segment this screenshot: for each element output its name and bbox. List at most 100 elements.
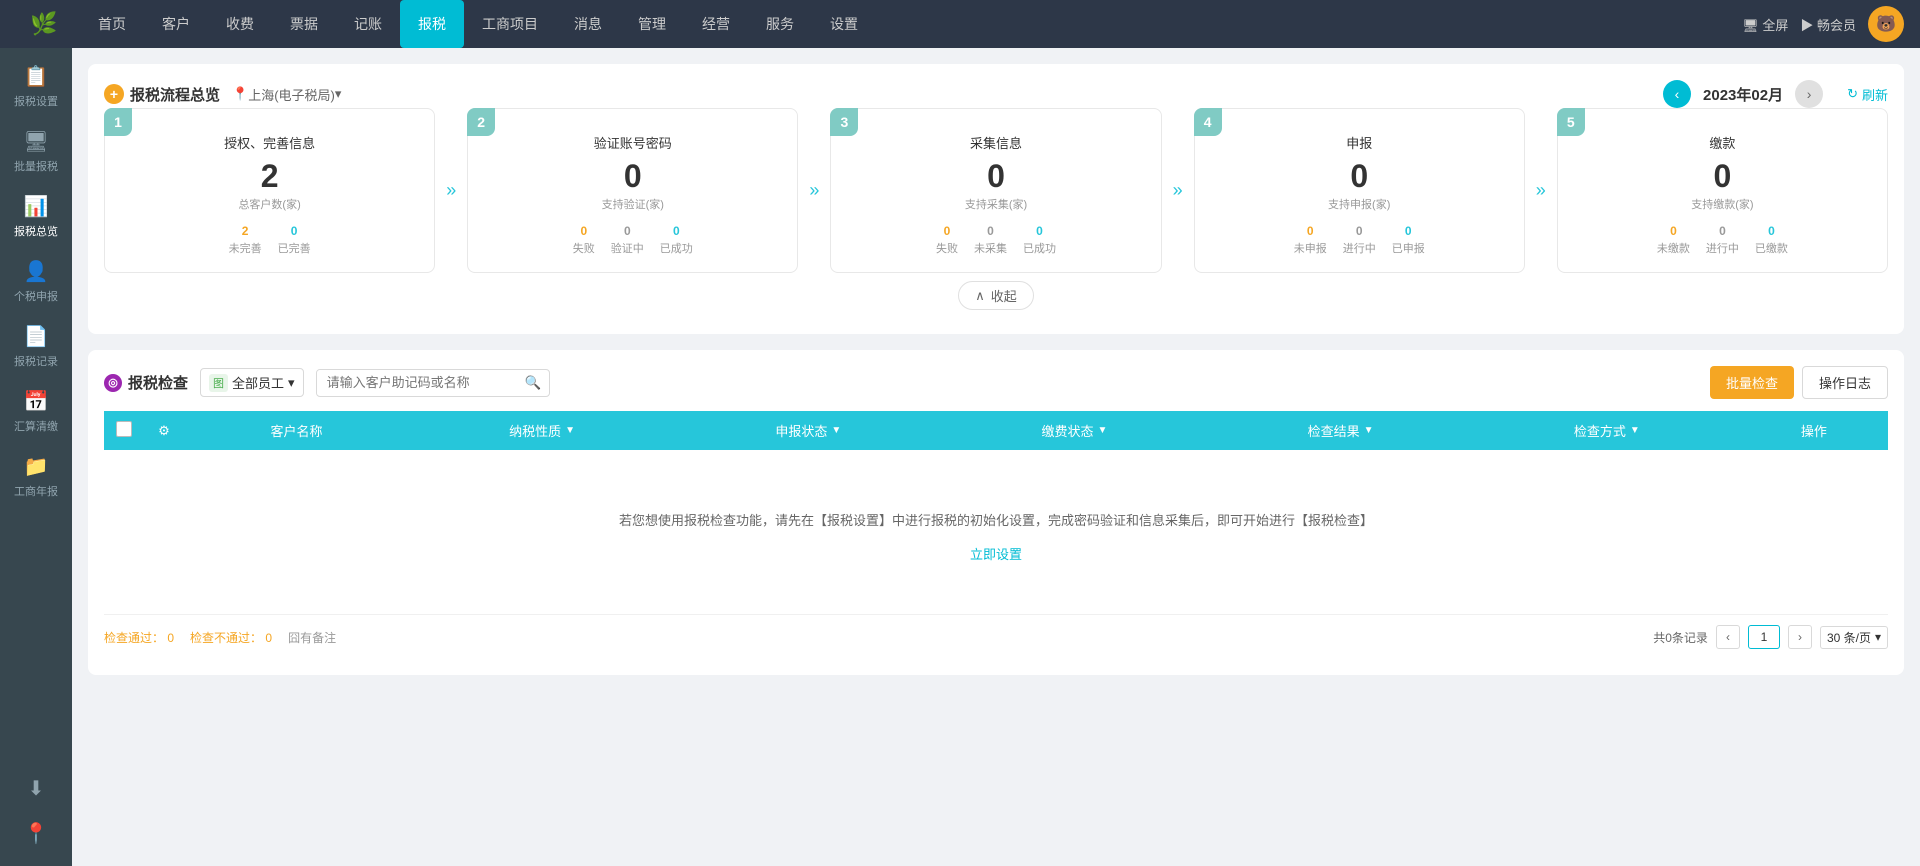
sidebar-item-tax-record[interactable]: 📄 报税记录 — [0, 316, 72, 377]
nav-bookkeeping[interactable]: 记账 — [336, 0, 400, 48]
header-checkbox[interactable] — [116, 421, 132, 437]
stat-label-2-0: 失败 — [573, 240, 595, 256]
th-settings[interactable]: ⚙ — [144, 411, 184, 450]
operation-log-button[interactable]: 操作日志 — [1802, 366, 1888, 399]
stat-4-2[interactable]: 0 已申报 — [1392, 224, 1425, 256]
setup-link[interactable]: 立即设置 — [970, 547, 1022, 562]
stat-5-1[interactable]: 0 进行中 — [1706, 224, 1739, 256]
stat-label-5-2: 已缴款 — [1755, 240, 1788, 256]
stat-5-0[interactable]: 0 未缴款 — [1657, 224, 1690, 256]
sidebar-label-personal-tax: 个税申报 — [14, 288, 58, 304]
stat-4-0[interactable]: 0 未申报 — [1294, 224, 1327, 256]
tax-overview-icon: 📊 — [24, 194, 49, 219]
step-label-4: 支持申报(家) — [1328, 196, 1390, 212]
th-pay-filter[interactable]: 缴费状态 ▼ — [953, 421, 1195, 440]
step-card-3: 3 采集信息 0 支持采集(家) 0 失败 0 未采集 — [830, 108, 1161, 273]
step-title-3: 采集信息 — [970, 133, 1022, 152]
step-label-3: 支持采集(家) — [965, 196, 1027, 212]
sidebar-item-tax-settings[interactable]: 📋 报税设置 — [0, 56, 72, 117]
fullscreen-btn[interactable]: 🖥 全屏 — [1742, 15, 1788, 34]
nav-management[interactable]: 管理 — [620, 0, 684, 48]
nav-business[interactable]: 工商项目 — [464, 0, 556, 48]
prev-page-btn[interactable]: ‹ — [1716, 625, 1740, 649]
tax-check-card: ◎ 报税检查 图 全部员工 ▾ 🔍 批量检查 操作日志 — [88, 350, 1904, 675]
overview-title: + 报税流程总览 — [104, 84, 220, 105]
stat-val-2-2: 0 — [673, 224, 680, 238]
empty-state: 若您想使用报税检查功能，请先在【报税设置】中进行报税的初始化设置，完成密码验证和… — [104, 450, 1888, 610]
step-card-2: 2 验证账号密码 0 支持验证(家) 0 失败 0 验证中 — [467, 108, 798, 273]
th-check-method-filter[interactable]: 检查方式 ▼ — [1486, 421, 1728, 440]
stat-3-2[interactable]: 0 已成功 — [1023, 224, 1056, 256]
stat-1-1[interactable]: 0 已完善 — [278, 224, 311, 256]
filter-select[interactable]: 图 全部员工 ▾ — [200, 368, 304, 397]
tax-check-table: ⚙ 客户名称 纳税性质 ▼ — [104, 411, 1888, 450]
stat-4-1[interactable]: 0 进行中 — [1343, 224, 1376, 256]
nav-settings[interactable]: 设置 — [812, 0, 876, 48]
member-btn[interactable]: ▶ 畅会员 — [1800, 15, 1856, 34]
download-icon: ⬇ — [28, 776, 45, 801]
app-logo: 🌿 — [16, 11, 72, 37]
sidebar-item-annual-report[interactable]: 📁 工商年报 — [0, 446, 72, 507]
location-tag[interactable]: 📍 上海(电子税局) ▾ — [232, 85, 341, 104]
stat-1-0[interactable]: 2 未完善 — [229, 224, 262, 256]
nav-customer[interactable]: 客户 — [144, 0, 208, 48]
stat-2-0[interactable]: 0 失败 — [573, 224, 595, 256]
nav-items: 首页 客户 收费 票据 记账 报税 工商项目 消息 管理 经营 服务 设置 — [80, 0, 1742, 48]
stat-label-3-0: 失败 — [936, 240, 958, 256]
search-button[interactable]: 🔍 — [517, 370, 550, 396]
location-label: 上海(电子税局) — [248, 85, 335, 104]
th-tax-type-filter[interactable]: 纳税性质 ▼ — [421, 421, 663, 440]
sidebar-item-batch-tax[interactable]: 🖥 批量报税 — [0, 121, 72, 182]
stat-5-2[interactable]: 0 已缴款 — [1755, 224, 1788, 256]
batch-check-button[interactable]: 批量检查 — [1710, 366, 1794, 399]
pass-value[interactable]: 0 — [167, 631, 174, 645]
sidebar-item-download[interactable]: ⬇ — [20, 768, 53, 809]
reconciliation-icon: 📅 — [24, 389, 49, 414]
stat-3-0[interactable]: 0 失败 — [936, 224, 958, 256]
per-page-select[interactable]: 30 条/页 ▾ — [1820, 626, 1888, 649]
nav-service[interactable]: 服务 — [748, 0, 812, 48]
tax-settings-icon: 📋 — [24, 64, 49, 89]
stat-3-1[interactable]: 0 未采集 — [974, 224, 1007, 256]
sidebar-item-tax-overview[interactable]: 📊 报税总览 — [0, 186, 72, 247]
stat-val-1-0: 2 — [242, 224, 249, 238]
step-stats-3: 0 失败 0 未采集 0 已成功 — [936, 224, 1056, 256]
stat-label-5-0: 未缴款 — [1657, 240, 1690, 256]
total-records: 共0条记录 — [1653, 629, 1708, 646]
avatar[interactable]: 🐻 — [1868, 6, 1904, 42]
refresh-btn[interactable]: ↻ 刷新 — [1847, 85, 1888, 104]
prev-month-btn[interactable]: ‹ — [1663, 80, 1691, 108]
search-input[interactable] — [317, 370, 517, 395]
collapse-btn[interactable]: ∧ 收起 — [958, 281, 1034, 310]
stat-label-3-1: 未采集 — [974, 240, 1007, 256]
sidebar-item-reconciliation[interactable]: 📅 汇算清缴 — [0, 381, 72, 442]
stat-val-4-0: 0 — [1307, 224, 1314, 238]
th-checkbox[interactable] — [104, 411, 144, 450]
th-operation: 操作 — [1740, 411, 1888, 450]
sidebar-label-reconciliation: 汇算清缴 — [14, 418, 58, 434]
nav-operation[interactable]: 经营 — [684, 0, 748, 48]
nav-tax[interactable]: 报税 — [400, 0, 464, 48]
next-page-btn[interactable]: › — [1788, 625, 1812, 649]
th-declare-filter[interactable]: 申报状态 ▼ — [687, 421, 929, 440]
step-number-4: 4 — [1194, 108, 1222, 136]
stat-2-1[interactable]: 0 验证中 — [611, 224, 644, 256]
sidebar-item-personal-tax[interactable]: 👤 个税申报 — [0, 251, 72, 312]
sidebar-item-location[interactable]: 📍 — [20, 813, 53, 854]
stat-2-2[interactable]: 0 已成功 — [660, 224, 693, 256]
nav-message[interactable]: 消息 — [556, 0, 620, 48]
nav-home[interactable]: 首页 — [80, 0, 144, 48]
step-label-5: 支持缴款(家) — [1691, 196, 1753, 212]
step-stats-4: 0 未申报 0 进行中 0 已申报 — [1294, 224, 1425, 256]
next-month-btn[interactable]: › — [1795, 80, 1823, 108]
nav-fee[interactable]: 收费 — [208, 0, 272, 48]
th-check-result-filter[interactable]: 检查结果 ▼ — [1220, 421, 1462, 440]
fail-value[interactable]: 0 — [265, 631, 272, 645]
overview-header: + 报税流程总览 📍 上海(电子税局) ▾ ‹ 2023年02月 › ↻ 刷新 — [104, 80, 1888, 108]
nav-invoice[interactable]: 票据 — [272, 0, 336, 48]
step-arrow-2: » — [798, 180, 830, 201]
stat-val-3-2: 0 — [1036, 224, 1043, 238]
stat-label-4-2: 已申报 — [1392, 240, 1425, 256]
purple-dot: ◎ — [104, 374, 122, 392]
step-number-1: 1 — [104, 108, 132, 136]
